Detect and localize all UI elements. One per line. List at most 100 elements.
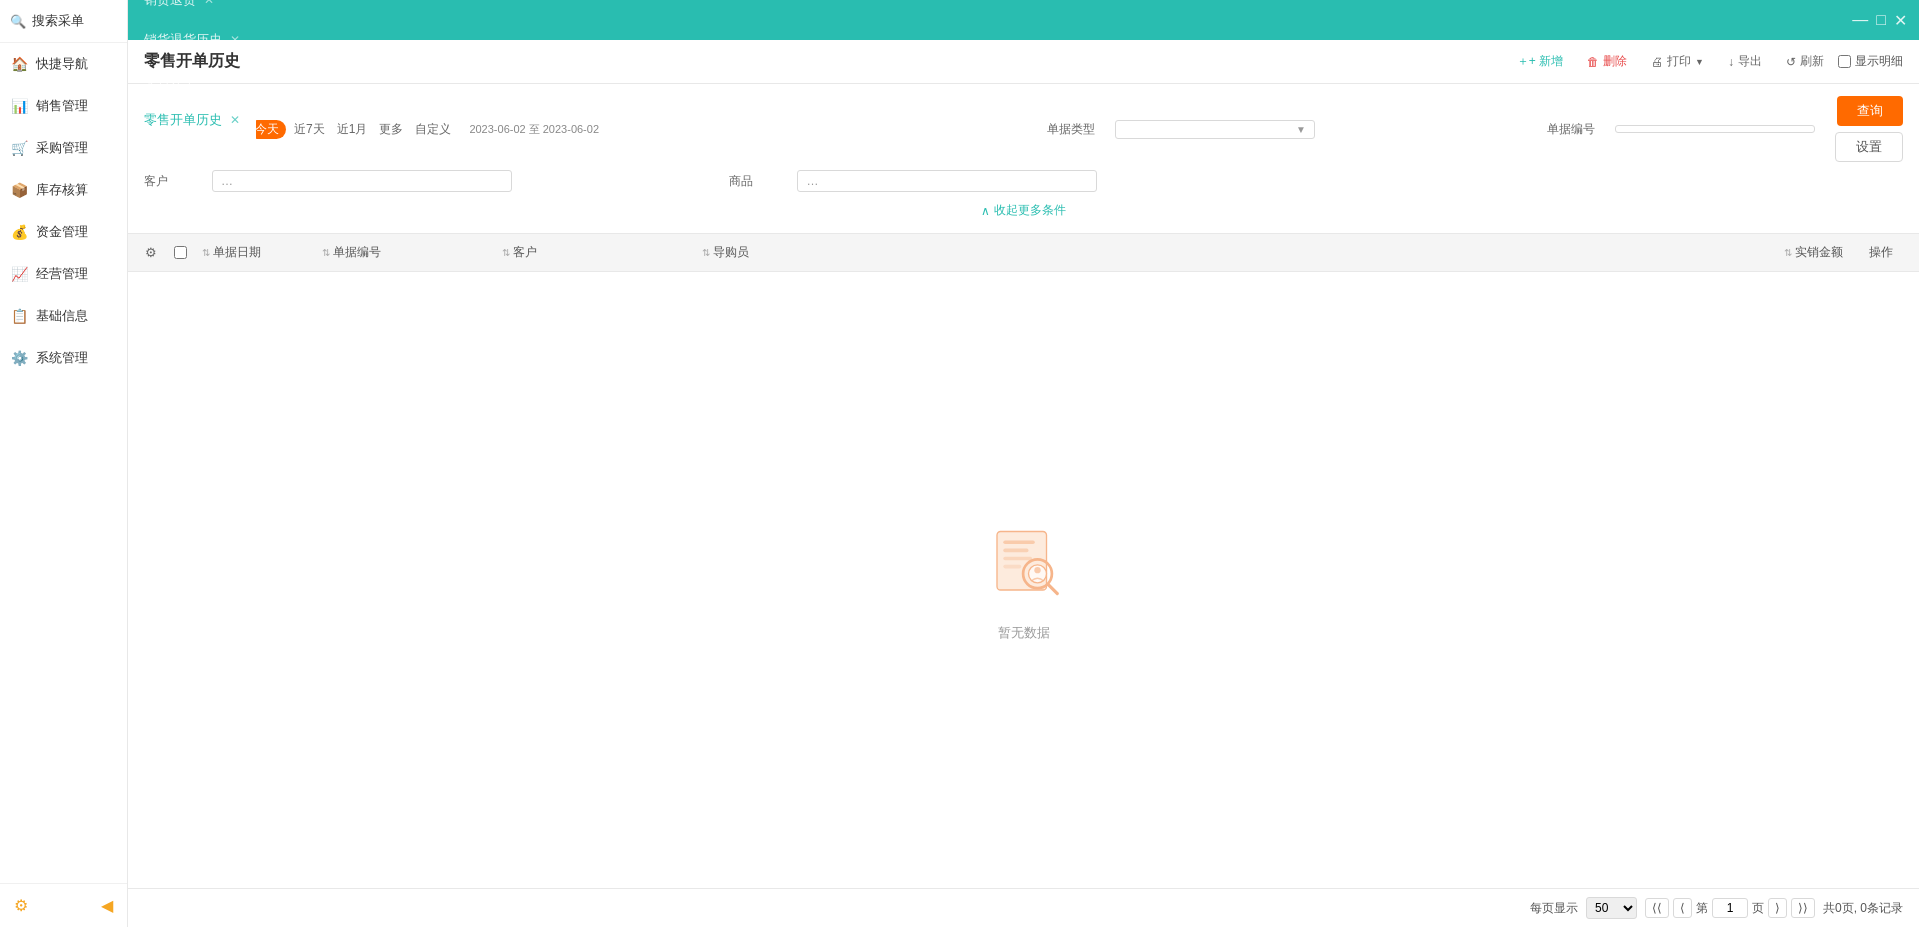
select-all-checkbox-cell[interactable] [166,246,194,259]
next-page-btn[interactable]: ⟩ [1768,898,1787,918]
print-button[interactable]: 🖨 打印 ▼ [1641,48,1714,75]
toolbar: 零售开单历史 ＋ + 新增 🗑 删除 🖨 打印 ▼ ↓ 导出 ↺ 刷新 显示明细 [128,40,1919,84]
set-button[interactable]: 设置 [1835,132,1903,162]
tab-close-sales-return[interactable]: ✕ [204,0,214,7]
svg-rect-4 [1003,565,1021,569]
sidebar-item-label-inventory: 库存核算 [36,181,88,199]
export-button[interactable]: ↓ 导出 [1718,48,1772,75]
sidebar-item-quick-nav[interactable]: 🏠 快捷导航 [0,43,127,85]
pagination: 每页显示 102050100 ⟨⟨ ⟨ 第 页 ⟩ ⟩⟩ 共0页, 0条记录 [128,888,1919,927]
empty-illustration [979,518,1069,608]
svg-rect-3 [1003,557,1032,561]
window-restore-btn[interactable]: □ [1876,11,1886,29]
sidebar-item-inventory[interactable]: 📦 库存核算 [0,169,127,211]
svg-line-7 [1048,585,1057,594]
filter-actions: 查询 设置 [1823,96,1903,162]
tab-bar: 首页销售订单✕销货退货✕销货退货历史✕零售开单✕零售开单历史✕ — □ ✕ [128,0,1919,40]
sidebar-item-finance[interactable]: 💰 资金管理 [0,211,127,253]
col-guide-label: 导购员 [713,244,749,261]
sidebar-item-operations[interactable]: 📈 经营管理 [0,253,127,295]
col-num-sort-icon[interactable]: ⇅ [322,247,330,258]
sidebar-search[interactable]: 🔍 搜索采单 [0,0,127,43]
customer-input[interactable]: … [212,170,512,192]
sidebar-item-sales-mgmt[interactable]: 📊 销售管理 [0,85,127,127]
prev-page-btn[interactable]: ⟨ [1673,898,1692,918]
tab-label-retail-open: 零售开单 [144,71,196,89]
empty-text: 暂无数据 [998,624,1050,642]
first-page-btn[interactable]: ⟨⟨ [1645,898,1669,918]
tab-label-retail-open-history: 零售开单历史 [144,111,222,129]
bill-type-label: 单据类型 [1047,121,1107,138]
add-button[interactable]: ＋ + 新增 [1507,48,1573,75]
col-date-label: 单据日期 [213,244,261,261]
tab-sales-return[interactable]: 销货退货✕ [128,0,256,20]
col-amount-sort-icon[interactable]: ⇅ [1784,247,1792,258]
add-icon: ＋ [1517,53,1529,70]
bill-type-select[interactable]: ▼ [1115,120,1315,139]
tab-close-retail-open-history[interactable]: ✕ [230,113,240,127]
page-title: 零售开单历史 [144,51,1503,72]
page-number-input[interactable] [1712,898,1748,918]
tab-sales-return-history[interactable]: 销货退货历史 ✕ [128,20,256,60]
settings-icon[interactable]: ⚙ [14,896,28,915]
customer-label: 客户 [144,173,204,190]
window-close-btn[interactable]: ✕ [1894,11,1907,30]
bill-type-arrow-icon: ▼ [1296,124,1306,135]
bill-num-input[interactable] [1615,125,1815,133]
svg-point-8 [1034,567,1040,573]
page-of-label: 页 [1752,900,1764,917]
search-icon: 🔍 [10,14,26,29]
tab-close-retail-open[interactable]: ✕ [204,73,214,87]
query-button[interactable]: 查询 [1837,96,1903,126]
delete-button[interactable]: 🗑 删除 [1577,48,1637,75]
last-page-btn[interactable]: ⟩⟩ [1791,898,1815,918]
date-shortcut-4[interactable]: 更多 [375,120,407,139]
refresh-button[interactable]: ↺ 刷新 [1776,48,1834,75]
refresh-icon: ↺ [1786,55,1796,69]
show-detail-checkbox[interactable] [1838,55,1851,68]
tab-close-sales-return-history[interactable]: ✕ [230,33,240,47]
sidebar-item-label-quick-nav: 快捷导航 [36,55,88,73]
collapse-filter-button[interactable]: ∧ 收起更多条件 [973,200,1074,221]
tab-retail-open-history[interactable]: 零售开单历史 ✕ [128,100,256,140]
tab-label-sales-return-history: 销货退货历史 [144,31,222,49]
per-page-select[interactable]: 102050100 [1586,897,1637,919]
sidebar-item-label-purchase-mgmt: 采购管理 [36,139,88,157]
table-header: ⚙ ⇅ 单据日期 ⇅ 单据编号 ⇅ 客户 ⇅ 导购员 ⇅ [128,234,1919,272]
col-customer-label: 客户 [513,244,537,261]
goods-placeholder: … [806,174,818,188]
print-icon: 🖨 [1651,55,1663,69]
date-shortcut-2[interactable]: 近7天 [290,120,329,139]
sidebar-item-icon-purchase-mgmt: 🛒 [10,139,28,157]
page-nav: ⟨⟨ ⟨ 第 页 ⟩ ⟩⟩ [1645,898,1815,918]
goods-label: 商品 [729,173,789,190]
col-amount-label: 实销金额 [1795,244,1843,261]
per-page-label: 每页显示 [1530,900,1578,917]
col-customer-sort-icon[interactable]: ⇅ [502,247,510,258]
date-shortcut-3[interactable]: 近1月 [333,120,372,139]
sidebar: 🔍 搜索采单 🏠 快捷导航 📊 销售管理 🛒 采购管理 📦 库存核算 💰 资金管… [0,0,128,927]
svg-rect-1 [1003,541,1035,545]
collapse-icon: ∧ [981,204,990,218]
total-info: 共0页, 0条记录 [1823,900,1903,917]
bill-num-label: 单据编号 [1547,121,1607,138]
tab-retail-open[interactable]: 零售开单 ✕ [128,60,256,100]
sidebar-item-icon-sales-mgmt: 📊 [10,97,28,115]
collapse-sidebar-icon[interactable]: ◀ [101,896,113,915]
sidebar-item-system-mgmt[interactable]: ⚙️ 系统管理 [0,337,127,379]
show-detail-checkbox-label[interactable]: 显示明细 [1838,53,1903,70]
print-dropdown-icon: ▼ [1695,57,1704,67]
col-header-date: ⇅ 单据日期 [194,244,314,261]
window-minimize-btn[interactable]: — [1852,11,1868,29]
col-header-customer: ⇅ 客户 [494,244,694,261]
select-all-checkbox[interactable] [174,246,187,259]
col-date-sort-icon[interactable]: ⇅ [202,247,210,258]
date-shortcut-5[interactable]: 自定义 [411,120,455,139]
sidebar-item-purchase-mgmt[interactable]: 🛒 采购管理 [0,127,127,169]
sidebar-item-basic-info[interactable]: 📋 基础信息 [0,295,127,337]
filter-row-2: 客户 … 商品 … [144,170,1903,192]
col-guide-sort-icon[interactable]: ⇅ [702,247,710,258]
svg-rect-2 [1003,549,1028,553]
column-settings-icon[interactable]: ⚙ [136,245,166,260]
goods-input[interactable]: … [797,170,1097,192]
